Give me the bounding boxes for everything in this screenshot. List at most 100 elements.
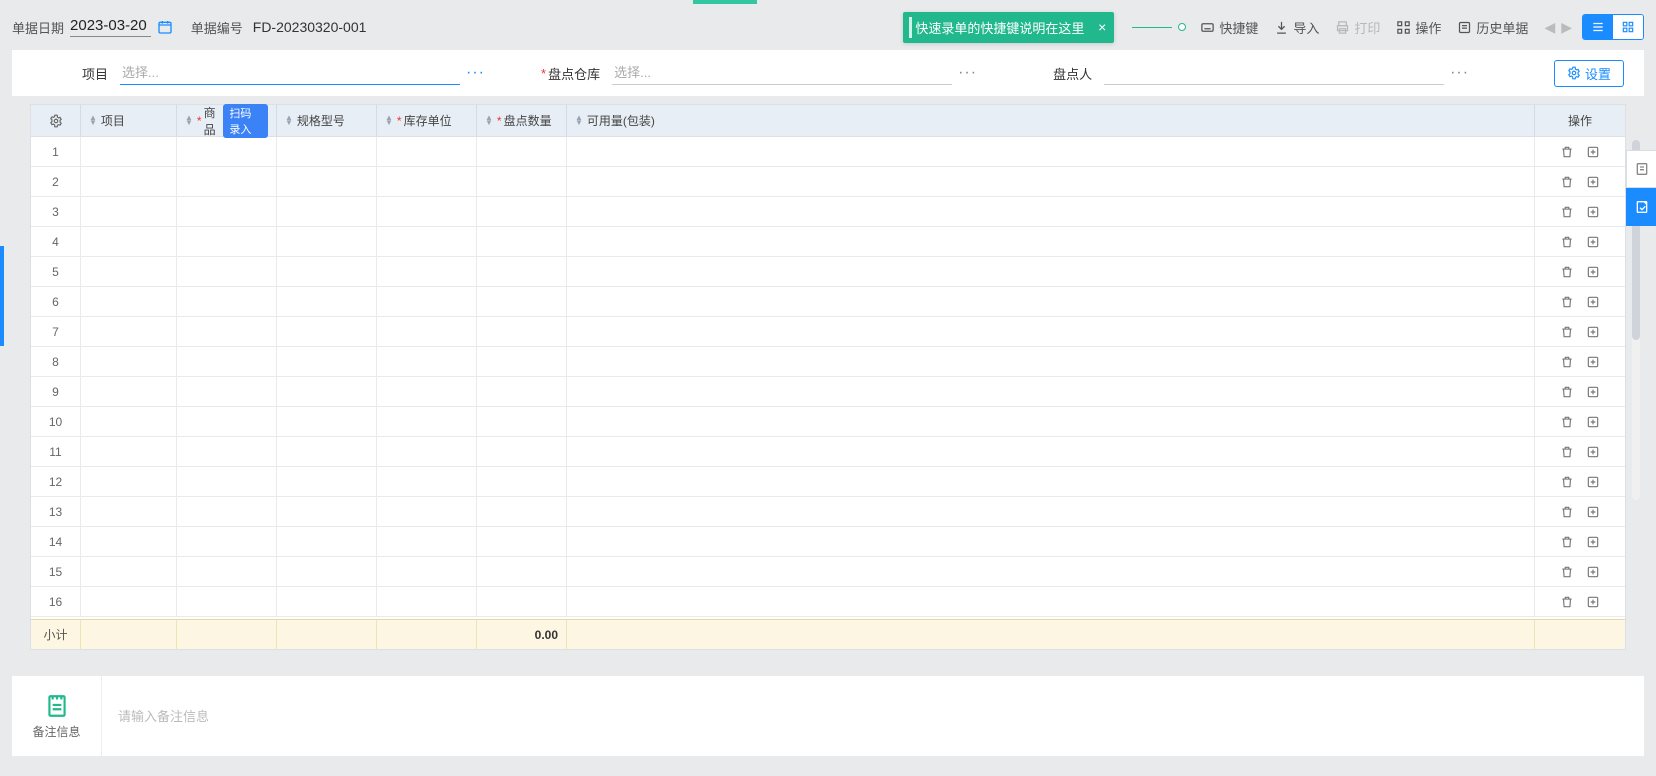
cell-unit[interactable] xyxy=(377,527,477,556)
cell-item[interactable] xyxy=(177,587,277,616)
cell-project[interactable] xyxy=(81,197,177,226)
settings-button[interactable]: 设置 xyxy=(1554,60,1624,87)
cell-item[interactable] xyxy=(177,317,277,346)
cell-qty[interactable] xyxy=(477,587,567,616)
cell-avail[interactable] xyxy=(567,437,1535,466)
add-row-icon[interactable] xyxy=(1586,595,1600,609)
cell-qty[interactable] xyxy=(477,197,567,226)
col-avail[interactable]: ▲▼ 可用量(包装) xyxy=(567,105,1535,136)
table-row[interactable]: 3 xyxy=(31,197,1625,227)
cell-unit[interactable] xyxy=(377,467,477,496)
cell-item[interactable] xyxy=(177,137,277,166)
cell-item[interactable] xyxy=(177,557,277,586)
cell-unit[interactable] xyxy=(377,497,477,526)
cell-qty[interactable] xyxy=(477,407,567,436)
delete-row-icon[interactable] xyxy=(1560,295,1574,309)
col-item[interactable]: ▲▼ * 商品 扫码录入 xyxy=(177,105,277,136)
cell-project[interactable] xyxy=(81,467,177,496)
cell-item[interactable] xyxy=(177,167,277,196)
print-button[interactable]: 打印 xyxy=(1335,18,1380,37)
cell-project[interactable] xyxy=(81,407,177,436)
delete-row-icon[interactable] xyxy=(1560,475,1574,489)
cell-spec[interactable] xyxy=(277,407,377,436)
col-project[interactable]: ▲▼ 项目 xyxy=(81,105,177,136)
add-row-icon[interactable] xyxy=(1586,235,1600,249)
cell-qty[interactable] xyxy=(477,527,567,556)
cell-unit[interactable] xyxy=(377,557,477,586)
history-button[interactable]: 历史单据 xyxy=(1457,18,1528,37)
cell-spec[interactable] xyxy=(277,587,377,616)
cell-item[interactable] xyxy=(177,227,277,256)
warehouse-lookup-icon[interactable]: ··· xyxy=(952,64,983,82)
cell-unit[interactable] xyxy=(377,437,477,466)
cell-project[interactable] xyxy=(81,347,177,376)
cell-avail[interactable] xyxy=(567,527,1535,556)
add-row-icon[interactable] xyxy=(1586,385,1600,399)
person-input[interactable] xyxy=(1104,61,1444,85)
table-row[interactable]: 4 xyxy=(31,227,1625,257)
add-row-icon[interactable] xyxy=(1586,265,1600,279)
delete-row-icon[interactable] xyxy=(1560,235,1574,249)
col-unit[interactable]: ▲▼ * 库存单位 xyxy=(377,105,477,136)
table-row[interactable]: 14 xyxy=(31,527,1625,557)
delete-row-icon[interactable] xyxy=(1560,205,1574,219)
import-button[interactable]: 导入 xyxy=(1274,18,1319,37)
delete-row-icon[interactable] xyxy=(1560,145,1574,159)
cell-qty[interactable] xyxy=(477,467,567,496)
cell-spec[interactable] xyxy=(277,467,377,496)
cell-spec[interactable] xyxy=(277,287,377,316)
cell-project[interactable] xyxy=(81,587,177,616)
cell-qty[interactable] xyxy=(477,557,567,586)
cell-project[interactable] xyxy=(81,437,177,466)
operate-button[interactable]: 操作 xyxy=(1396,18,1441,37)
cell-avail[interactable] xyxy=(567,497,1535,526)
add-row-icon[interactable] xyxy=(1586,445,1600,459)
cell-unit[interactable] xyxy=(377,317,477,346)
cell-avail[interactable] xyxy=(567,347,1535,376)
cell-qty[interactable] xyxy=(477,497,567,526)
col-spec[interactable]: ▲▼ 规格型号 xyxy=(277,105,377,136)
project-input[interactable] xyxy=(120,61,460,85)
cell-avail[interactable] xyxy=(567,197,1535,226)
cell-unit[interactable] xyxy=(377,197,477,226)
calendar-icon[interactable] xyxy=(157,19,173,35)
grid-settings-icon[interactable] xyxy=(31,105,81,136)
table-row[interactable]: 8 xyxy=(31,347,1625,377)
delete-row-icon[interactable] xyxy=(1560,385,1574,399)
cell-project[interactable] xyxy=(81,167,177,196)
table-row[interactable]: 10 xyxy=(31,407,1625,437)
warehouse-input[interactable] xyxy=(612,61,952,85)
cell-qty[interactable] xyxy=(477,317,567,346)
delete-row-icon[interactable] xyxy=(1560,535,1574,549)
card-view-button[interactable] xyxy=(1613,15,1643,39)
table-row[interactable]: 1 xyxy=(31,137,1625,167)
prev-doc-icon[interactable]: ◀ xyxy=(1544,19,1555,36)
cell-avail[interactable] xyxy=(567,557,1535,586)
cell-qty[interactable] xyxy=(477,137,567,166)
table-row[interactable]: 6 xyxy=(31,287,1625,317)
cell-qty[interactable] xyxy=(477,227,567,256)
cell-unit[interactable] xyxy=(377,287,477,316)
cell-spec[interactable] xyxy=(277,197,377,226)
add-row-icon[interactable] xyxy=(1586,565,1600,579)
doc-date-picker[interactable]: 2023-03-20 xyxy=(70,17,151,37)
delete-row-icon[interactable] xyxy=(1560,565,1574,579)
cell-item[interactable] xyxy=(177,407,277,436)
cell-project[interactable] xyxy=(81,377,177,406)
cell-avail[interactable] xyxy=(567,317,1535,346)
cell-item[interactable] xyxy=(177,287,277,316)
cell-item[interactable] xyxy=(177,257,277,286)
cell-spec[interactable] xyxy=(277,497,377,526)
delete-row-icon[interactable] xyxy=(1560,445,1574,459)
cell-project[interactable] xyxy=(81,227,177,256)
table-row[interactable]: 5 xyxy=(31,257,1625,287)
cell-spec[interactable] xyxy=(277,167,377,196)
cell-spec[interactable] xyxy=(277,317,377,346)
table-row[interactable]: 9 xyxy=(31,377,1625,407)
next-doc-icon[interactable]: ▶ xyxy=(1561,19,1572,36)
cell-avail[interactable] xyxy=(567,377,1535,406)
cell-item[interactable] xyxy=(177,377,277,406)
list-view-button[interactable] xyxy=(1583,15,1613,39)
cell-avail[interactable] xyxy=(567,137,1535,166)
table-row[interactable]: 16 xyxy=(31,587,1625,617)
